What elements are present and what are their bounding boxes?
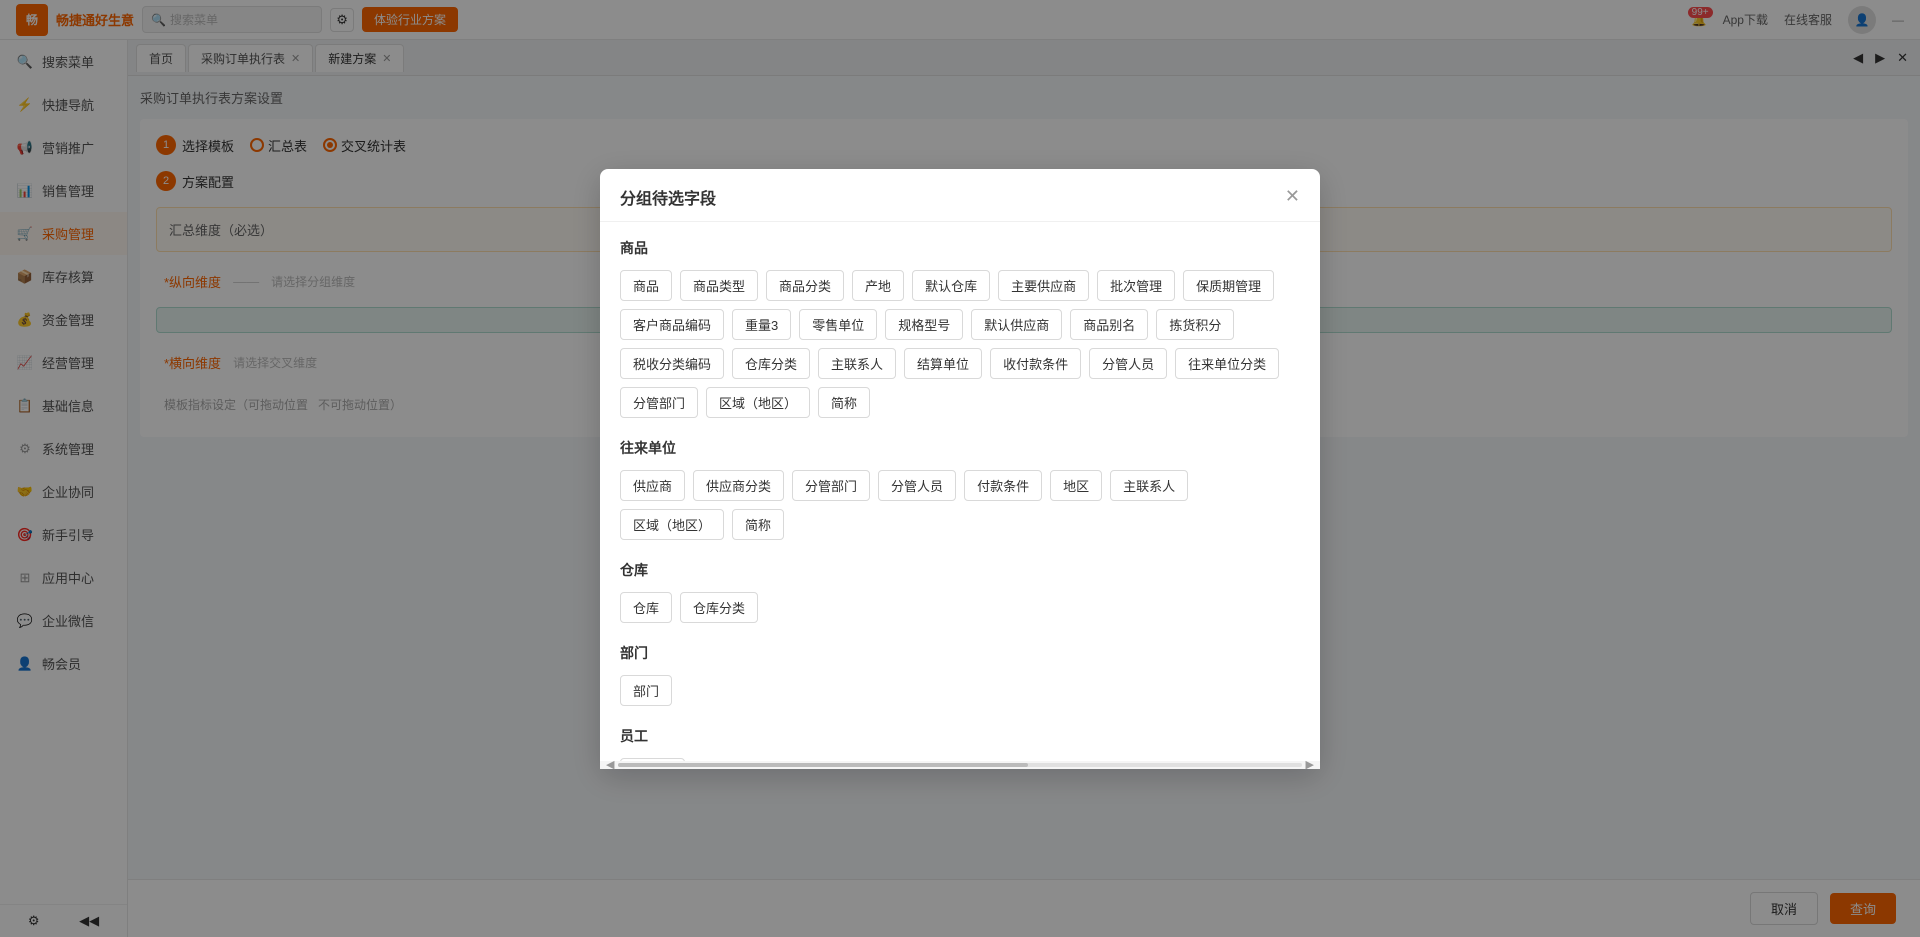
field-tag[interactable]: 供应商 [620, 470, 685, 501]
field-tag[interactable]: 部门 [620, 675, 672, 706]
field-tag[interactable]: 分管人员 [878, 470, 956, 501]
field-tag[interactable]: 零售单位 [799, 309, 877, 340]
modal-overlay: 分组待选字段 ✕ 商品 商品 商品类型 商品分类 产地 默认仓库 主要供应商 批… [0, 0, 1920, 937]
field-tag[interactable]: 默认供应商 [971, 309, 1062, 340]
field-tag[interactable]: 规格型号 [885, 309, 963, 340]
modal-header: 分组待选字段 ✕ [600, 169, 1320, 222]
hscroll-track [618, 763, 1301, 767]
field-tag[interactable]: 客户商品编码 [620, 309, 724, 340]
field-tag[interactable]: 分管部门 [792, 470, 870, 501]
field-tag[interactable]: 地区 [1050, 470, 1102, 501]
section-counterpart: 往来单位 供应商 供应商分类 分管部门 分管人员 付款条件 地区 主联系人 区域… [620, 438, 1300, 540]
field-tag[interactable]: 供应商分类 [693, 470, 784, 501]
modal: 分组待选字段 ✕ 商品 商品 商品类型 商品分类 产地 默认仓库 主要供应商 批… [600, 169, 1320, 769]
field-tag[interactable]: 仓库 [620, 592, 672, 623]
modal-close-button[interactable]: ✕ [1285, 186, 1300, 207]
field-tag[interactable]: 区域（地区） [706, 387, 810, 418]
hscroll-thumb[interactable] [618, 763, 1028, 767]
field-tag[interactable]: 分管部门 [620, 387, 698, 418]
hscroll-right-arrow[interactable]: ▶ [1302, 758, 1318, 771]
field-tag[interactable]: 商品别名 [1070, 309, 1148, 340]
field-tag[interactable]: 收付款条件 [990, 348, 1081, 379]
modal-body: 商品 商品 商品类型 商品分类 产地 默认仓库 主要供应商 批次管理 保质期管理… [600, 222, 1320, 761]
section-warehouse-title: 仓库 [620, 560, 1300, 580]
field-tag[interactable]: 默认仓库 [912, 270, 990, 301]
section-department: 部门 部门 [620, 643, 1300, 706]
section-employee-title: 员工 [620, 726, 1300, 746]
field-tag[interactable]: 结算单位 [904, 348, 982, 379]
field-tag[interactable]: 仓库分类 [680, 592, 758, 623]
field-tag[interactable]: 商品类型 [680, 270, 758, 301]
field-tag[interactable]: 批次管理 [1097, 270, 1175, 301]
field-grid-goods: 商品 商品类型 商品分类 产地 默认仓库 主要供应商 批次管理 保质期管理 客户… [620, 270, 1300, 418]
field-tag[interactable]: 主联系人 [1110, 470, 1188, 501]
field-tag[interactable]: 主要供应商 [998, 270, 1089, 301]
field-tag[interactable]: 拣货积分 [1156, 309, 1234, 340]
modal-hscroll: ◀ ▶ [600, 761, 1320, 769]
field-tag[interactable]: 简称 [818, 387, 870, 418]
section-goods-title: 商品 [620, 238, 1300, 258]
field-grid-counterpart: 供应商 供应商分类 分管部门 分管人员 付款条件 地区 主联系人 区域（地区） … [620, 470, 1300, 540]
field-tag[interactable]: 保质期管理 [1183, 270, 1274, 301]
section-counterpart-title: 往来单位 [620, 438, 1300, 458]
hscroll-left-arrow[interactable]: ◀ [602, 758, 618, 771]
section-warehouse: 仓库 仓库 仓库分类 [620, 560, 1300, 623]
field-tag[interactable]: 商品 [620, 270, 672, 301]
field-tag[interactable]: 仓库分类 [732, 348, 810, 379]
field-tag[interactable]: 重量3 [732, 309, 791, 340]
section-employee: 员工 业务员 [620, 726, 1300, 761]
field-grid-warehouse: 仓库 仓库分类 [620, 592, 1300, 623]
section-goods: 商品 商品 商品类型 商品分类 产地 默认仓库 主要供应商 批次管理 保质期管理… [620, 238, 1300, 418]
field-tag[interactable]: 付款条件 [964, 470, 1042, 501]
field-tag[interactable]: 往来单位分类 [1175, 348, 1279, 379]
field-tag[interactable]: 税收分类编码 [620, 348, 724, 379]
section-department-title: 部门 [620, 643, 1300, 663]
field-tag[interactable]: 商品分类 [766, 270, 844, 301]
modal-title: 分组待选字段 [620, 185, 716, 209]
field-grid-department: 部门 [620, 675, 1300, 706]
field-tag[interactable]: 产地 [852, 270, 904, 301]
field-tag[interactable]: 简称 [732, 509, 784, 540]
field-tag[interactable]: 主联系人 [818, 348, 896, 379]
field-tag[interactable]: 区域（地区） [620, 509, 724, 540]
field-tag[interactable]: 分管人员 [1089, 348, 1167, 379]
